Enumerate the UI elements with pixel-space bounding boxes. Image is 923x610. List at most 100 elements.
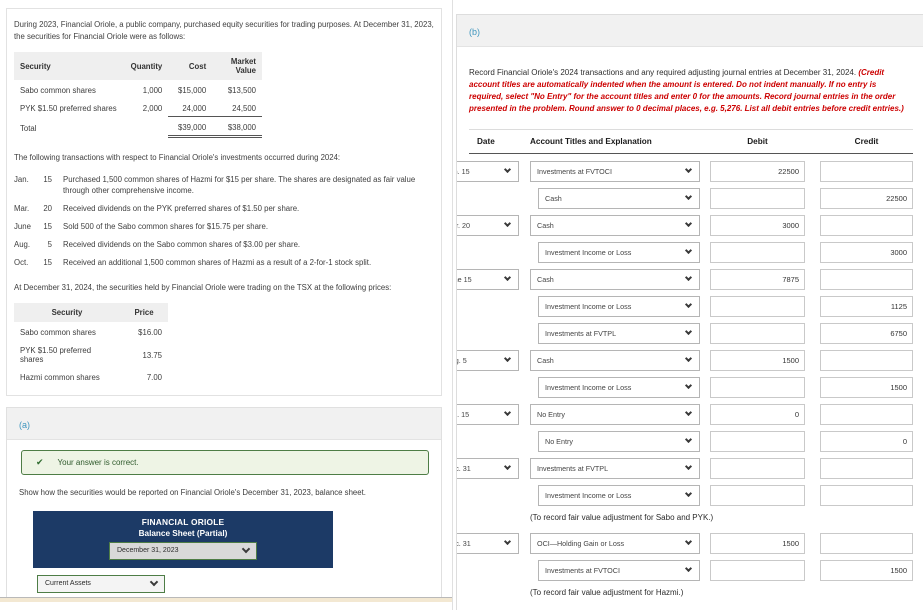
journal-row: Dec. 31OCI—Holding Gain or Loss	[469, 533, 913, 554]
journal-account-select[interactable]: Cash	[538, 188, 700, 209]
journal-account-select[interactable]: Investments at FVTOCI	[530, 161, 700, 182]
price-value: $16.00	[120, 322, 168, 340]
journal-debit-input[interactable]	[710, 404, 805, 425]
journal-debit-input[interactable]	[710, 350, 805, 371]
journal-credit-input[interactable]	[820, 350, 913, 371]
journal-account-select[interactable]: No Entry	[530, 404, 700, 425]
journal-row: Dec. 31Investments at FVTPL	[469, 458, 913, 479]
journal-account-select[interactable]: Investment Income or Loss	[538, 242, 700, 263]
journal-date-value: Aug. 5	[456, 356, 467, 365]
balance-sheet-section-select[interactable]: Current Assets	[37, 575, 165, 593]
balance-sheet-widget: FINANCIAL ORIOLE Balance Sheet (Partial)…	[19, 511, 431, 608]
journal-debit-input[interactable]	[710, 560, 805, 581]
holdings-header-row: Security Quantity Cost Market Value	[14, 52, 262, 80]
journal-header-debit: Debit	[710, 137, 805, 146]
journal-debit-input[interactable]	[710, 485, 805, 506]
holdings-cell: Sabo common shares	[14, 80, 125, 98]
journal-debit-input[interactable]	[710, 269, 805, 290]
journal-credit-input[interactable]	[820, 458, 913, 479]
journal-credit-input[interactable]	[820, 323, 913, 344]
journal-debit-input[interactable]	[710, 188, 805, 209]
journal-credit-input[interactable]	[820, 242, 913, 263]
journal-account-select[interactable]: Cash	[530, 215, 700, 236]
journal-credit-input[interactable]	[820, 431, 913, 452]
chevron-down-icon	[685, 328, 692, 335]
holdings-cell: $15,000	[168, 80, 212, 98]
journal-date-select[interactable]: Jan. 15	[456, 161, 519, 182]
part-b-content: Record Financial Oriole's 2024 transacti…	[457, 47, 923, 598]
journal-date-cell	[469, 296, 530, 317]
transaction-row: Jan.15Purchased 1,500 common shares of H…	[14, 174, 433, 196]
horizontal-scrollbar[interactable]	[0, 597, 452, 602]
chevron-down-icon	[685, 436, 692, 443]
journal-account-select[interactable]: Cash	[530, 350, 700, 371]
journal-debit-input[interactable]	[710, 161, 805, 182]
journal-date-select[interactable]: Dec. 31	[456, 533, 519, 554]
journal-account-select[interactable]: OCI—Holding Gain or Loss	[530, 533, 700, 554]
journal-credit-input[interactable]	[820, 485, 913, 506]
journal-row: Investment Income or Loss	[469, 242, 913, 263]
chevron-down-icon	[685, 193, 692, 200]
journal-credit-input[interactable]	[820, 161, 913, 182]
chevron-down-icon	[504, 166, 511, 173]
journal-credit-input[interactable]	[820, 269, 913, 290]
journal-row: Oct. 15No Entry	[469, 404, 913, 425]
part-b-card: (b) Record Financial Oriole's 2024 trans…	[456, 14, 923, 610]
journal-account-cell: Cash	[530, 188, 710, 209]
chevron-down-icon	[685, 274, 692, 281]
journal-debit-input[interactable]	[710, 296, 805, 317]
holdings-cell: Total	[14, 117, 125, 137]
price-security: Sabo common shares	[14, 322, 120, 340]
journal-debit-input[interactable]	[710, 533, 805, 554]
journal-account-value: Investments at FVTPL	[545, 329, 616, 338]
transaction-description: Received dividends on the Sabo common sh…	[63, 239, 433, 250]
journal-debit-input[interactable]	[710, 215, 805, 236]
journal-debit-input[interactable]	[710, 458, 805, 479]
journal-date-select[interactable]: Aug. 5	[456, 350, 519, 371]
journal-date-select[interactable]: Dec. 31	[456, 458, 519, 479]
journal-date-cell: Mar. 20	[469, 215, 530, 236]
journal-credit-input[interactable]	[820, 377, 913, 398]
journal-account-select[interactable]: Investments at FVTOCI	[538, 560, 700, 581]
journal-credit-input[interactable]	[820, 215, 913, 236]
journal-credit-input[interactable]	[820, 533, 913, 554]
journal-account-cell: Investments at FVTOCI	[530, 161, 710, 182]
holdings-cell: $13,500	[212, 80, 262, 98]
journal-credit-input[interactable]	[820, 296, 913, 317]
journal-account-select[interactable]: Investment Income or Loss	[538, 377, 700, 398]
balance-sheet-date-select[interactable]: December 31, 2023	[109, 542, 257, 560]
journal-credit-input[interactable]	[820, 188, 913, 209]
journal-debit-input[interactable]	[710, 323, 805, 344]
transaction-description: Received an additional 1,500 common shar…	[63, 257, 433, 268]
success-banner: ✔ Your answer is correct.	[21, 450, 429, 475]
chevron-down-icon	[685, 538, 692, 545]
journal-debit-input[interactable]	[710, 242, 805, 263]
journal-date-cell: June 15	[469, 269, 530, 290]
journal-account-select[interactable]: Investment Income or Loss	[538, 485, 700, 506]
journal-account-select[interactable]: Investments at FVTPL	[538, 323, 700, 344]
journal-date-cell: Dec. 31	[469, 458, 530, 479]
answer-panel: (b) Record Financial Oriole's 2024 trans…	[452, 0, 923, 610]
journal-date-select[interactable]: Mar. 20	[456, 215, 519, 236]
journal-account-value: No Entry	[545, 437, 573, 446]
holdings-cell: $38,000	[212, 117, 262, 137]
journal-account-select[interactable]: Investments at FVTPL	[530, 458, 700, 479]
prices-row: Sabo common shares$16.00	[14, 322, 168, 340]
journal-credit-input[interactable]	[820, 560, 913, 581]
chevron-down-icon	[685, 463, 692, 470]
journal-debit-input[interactable]	[710, 377, 805, 398]
part-b-label: (b)	[469, 27, 480, 37]
balance-sheet-section-value: Current Assets	[45, 580, 91, 587]
journal-account-select[interactable]: No Entry	[538, 431, 700, 452]
journal-row: Investments at FVTPL	[469, 323, 913, 344]
journal-date-select[interactable]: June 15	[456, 269, 519, 290]
journal-date-cell: Oct. 15	[469, 404, 530, 425]
journal-debit-input[interactable]	[710, 431, 805, 452]
journal-header-account: Account Titles and Explanation	[530, 137, 710, 146]
part-b-header: (b)	[457, 15, 923, 47]
journal-credit-input[interactable]	[820, 404, 913, 425]
journal-account-select[interactable]: Investment Income or Loss	[538, 296, 700, 317]
journal-account-select[interactable]: Cash	[530, 269, 700, 290]
journal-row: Investment Income or Loss	[469, 296, 913, 317]
journal-date-select[interactable]: Oct. 15	[456, 404, 519, 425]
